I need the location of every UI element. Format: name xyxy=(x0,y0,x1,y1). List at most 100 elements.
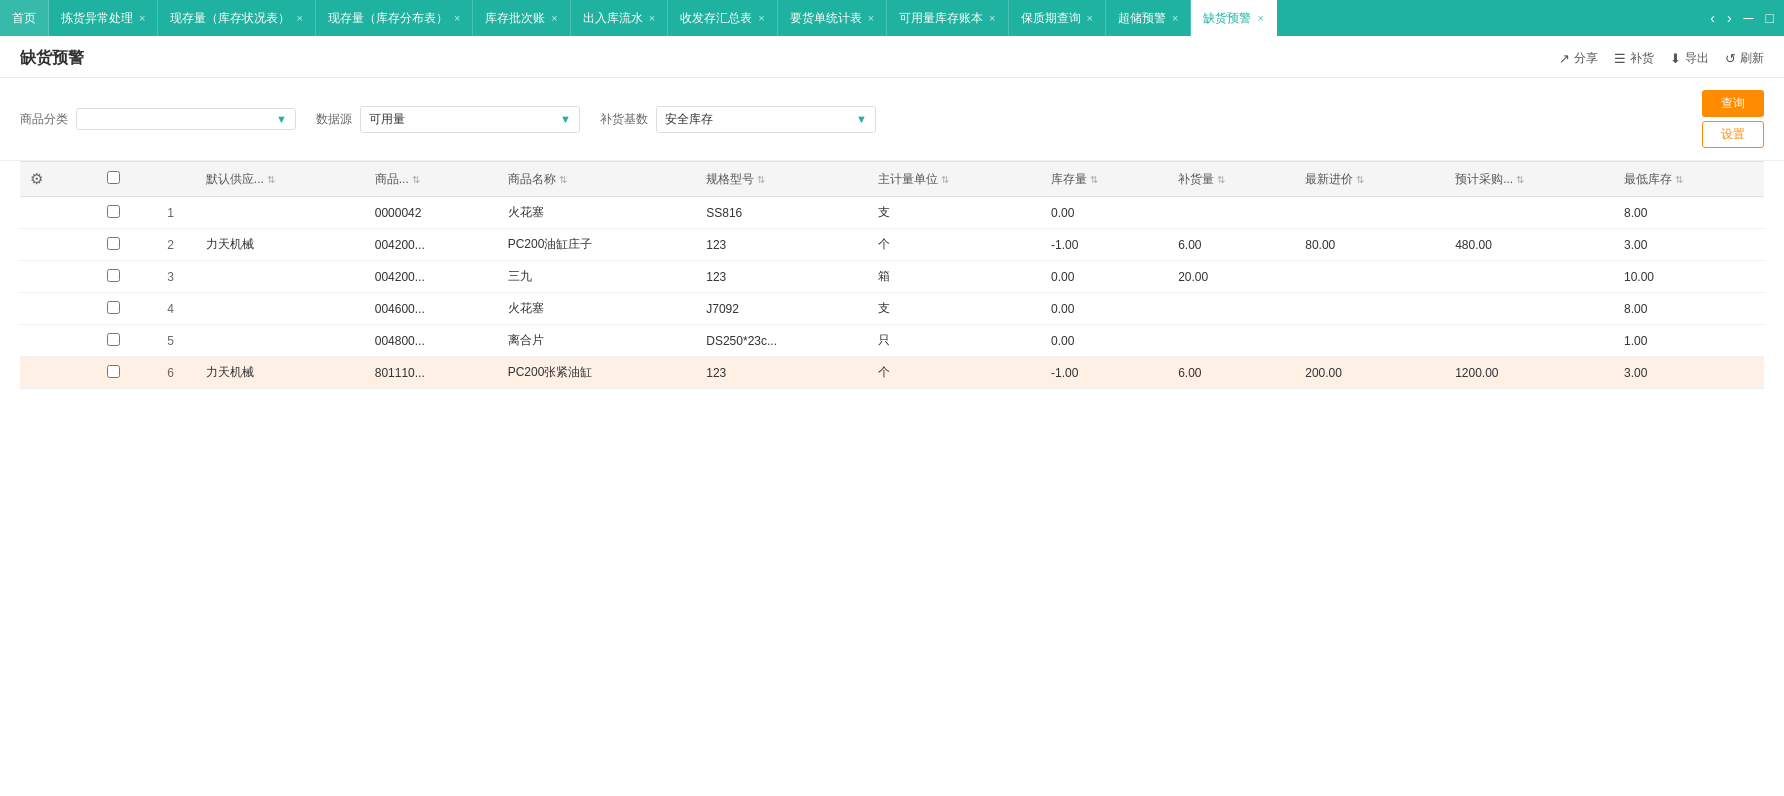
category-arrow-icon: ▼ xyxy=(276,113,287,125)
min-stock-sort[interactable]: 最低库存 ⇅ xyxy=(1624,171,1683,188)
replenish-base-value: 安全库存 xyxy=(665,111,713,128)
refresh-button[interactable]: ↺ 刷新 xyxy=(1725,50,1764,67)
page-content: 缺货预警 ↗ 分享 ☰ 补货 ⬇ 导出 ↺ 刷新 商品分类 xyxy=(0,36,1784,796)
estimated-purchase-sort-icon: ⇅ xyxy=(1516,174,1524,185)
category-filter: 商品分类 ▼ xyxy=(20,108,296,130)
spec-sort[interactable]: 规格型号 ⇅ xyxy=(706,171,765,188)
col-settings[interactable]: ⚙ xyxy=(20,162,83,197)
tab-order-stats[interactable]: 要货单统计表 × xyxy=(778,0,887,36)
row-settings-cell xyxy=(20,261,83,293)
export-button[interactable]: ⬇ 导出 xyxy=(1670,50,1709,67)
table-row: 4 004600... 火花塞 J7092 支 0.00 8.00 xyxy=(20,293,1764,325)
row-min-stock-cell: 8.00 xyxy=(1614,197,1764,229)
replenish-base-select[interactable]: 安全库存 ▼ xyxy=(656,106,876,133)
row-checkbox-cell[interactable] xyxy=(83,325,146,357)
row-checkbox-5[interactable] xyxy=(107,365,120,378)
col-latest-price[interactable]: 最新进价 ⇅ xyxy=(1295,162,1445,197)
replenish-button[interactable]: ☰ 补货 xyxy=(1614,50,1654,67)
table-row: 2 力天机械 004200... PC200油缸庄子 123 个 -1.00 6… xyxy=(20,229,1764,261)
tab-home[interactable]: 首页 xyxy=(0,0,49,36)
row-product-code-cell: 801110... xyxy=(365,357,498,389)
tab-close-11[interactable]: × xyxy=(1257,12,1263,24)
stock-sort[interactable]: 库存量 ⇅ xyxy=(1051,171,1098,188)
row-settings-cell xyxy=(20,229,83,261)
col-checkbox-header[interactable] xyxy=(83,162,146,197)
tab-close-7[interactable]: × xyxy=(868,12,874,24)
row-replenish-cell xyxy=(1168,293,1295,325)
col-estimated-purchase[interactable]: 预计采购... ⇅ xyxy=(1445,162,1614,197)
tab-stock-status[interactable]: 现存量（库存状况表） × xyxy=(158,0,315,36)
latest-price-sort[interactable]: 最新进价 ⇅ xyxy=(1305,171,1364,188)
row-checkbox-1[interactable] xyxy=(107,237,120,250)
tab-bar: 首页 拣货异常处理 × 现存量（库存状况表） × 现存量（库存分布表） × 库存… xyxy=(0,0,1784,36)
column-settings-button[interactable]: ⚙ xyxy=(30,170,43,188)
col-supplier[interactable]: 默认供应... ⇅ xyxy=(196,162,365,197)
row-estimated-purchase-cell xyxy=(1445,261,1614,293)
row-checkbox-cell[interactable] xyxy=(83,261,146,293)
replenish-sort[interactable]: 补货量 ⇅ xyxy=(1178,171,1225,188)
table-header-row: ⚙ 默认供应... ⇅ 商品... xyxy=(20,162,1764,197)
tab-inout-flow[interactable]: 出入库流水 × xyxy=(571,0,668,36)
filter-bar: 商品分类 ▼ 数据源 可用量 ▼ 补货基数 安全库存 ▼ 查询 设置 xyxy=(0,78,1784,161)
row-unit-cell: 支 xyxy=(868,197,1041,229)
category-select[interactable]: ▼ xyxy=(76,108,296,130)
row-checkbox-cell[interactable] xyxy=(83,293,146,325)
tab-close-2[interactable]: × xyxy=(296,12,302,24)
col-stock[interactable]: 库存量 ⇅ xyxy=(1041,162,1168,197)
estimated-purchase-sort[interactable]: 预计采购... ⇅ xyxy=(1455,171,1524,188)
tab-minimize-button[interactable]: ─ xyxy=(1738,8,1760,28)
tab-stock-dist[interactable]: 现存量（库存分布表） × xyxy=(316,0,473,36)
row-stock-cell: -1.00 xyxy=(1041,229,1168,261)
tab-next-button[interactable]: › xyxy=(1721,8,1738,28)
supplier-sort-icon: ⇅ xyxy=(267,174,275,185)
tab-overstock-warning[interactable]: 超储预警 × xyxy=(1106,0,1191,36)
col-product-name[interactable]: 商品名称 ⇅ xyxy=(498,162,697,197)
table-container: ⚙ 默认供应... ⇅ 商品... xyxy=(0,161,1784,409)
product-code-sort[interactable]: 商品... ⇅ xyxy=(375,171,420,188)
select-all-checkbox[interactable] xyxy=(107,171,120,184)
row-checkbox-0[interactable] xyxy=(107,205,120,218)
tab-pick-exception[interactable]: 拣货异常处理 × xyxy=(49,0,158,36)
col-replenish[interactable]: 补货量 ⇅ xyxy=(1168,162,1295,197)
row-checkbox-cell[interactable] xyxy=(83,197,146,229)
tab-close-9[interactable]: × xyxy=(1087,12,1093,24)
table-row: 5 004800... 离合片 DS250*23c... 只 0.00 1.00 xyxy=(20,325,1764,357)
row-min-stock-cell: 3.00 xyxy=(1614,357,1764,389)
col-product-code[interactable]: 商品... ⇅ xyxy=(365,162,498,197)
unit-sort[interactable]: 主计量单位 ⇅ xyxy=(878,171,949,188)
tab-close-3[interactable]: × xyxy=(454,12,460,24)
datasource-select[interactable]: 可用量 ▼ xyxy=(360,106,580,133)
tab-receipt-summary[interactable]: 收发存汇总表 × xyxy=(668,0,777,36)
row-checkbox-2[interactable] xyxy=(107,269,120,282)
row-spec-cell: 123 xyxy=(696,357,868,389)
query-button[interactable]: 查询 xyxy=(1702,90,1764,117)
tab-close-8[interactable]: × xyxy=(989,12,995,24)
tab-expiry-query[interactable]: 保质期查询 × xyxy=(1009,0,1106,36)
row-checkbox-4[interactable] xyxy=(107,333,120,346)
tab-close-5[interactable]: × xyxy=(649,12,655,24)
col-unit[interactable]: 主计量单位 ⇅ xyxy=(868,162,1041,197)
row-checkbox-3[interactable] xyxy=(107,301,120,314)
row-latest-price-cell xyxy=(1295,325,1445,357)
tab-close-6[interactable]: × xyxy=(758,12,764,24)
row-product-code-cell: 0000042 xyxy=(365,197,498,229)
col-spec[interactable]: 规格型号 ⇅ xyxy=(696,162,868,197)
tab-close-4[interactable]: × xyxy=(551,12,557,24)
tab-batch-account[interactable]: 库存批次账 × xyxy=(473,0,570,36)
row-product-name-cell: 离合片 xyxy=(498,325,697,357)
product-name-sort[interactable]: 商品名称 ⇅ xyxy=(508,171,567,188)
settings-button[interactable]: 设置 xyxy=(1702,121,1764,148)
row-checkbox-cell[interactable] xyxy=(83,229,146,261)
row-spec-cell: DS250*23c... xyxy=(696,325,868,357)
row-checkbox-cell[interactable] xyxy=(83,357,146,389)
tab-close-1[interactable]: × xyxy=(139,12,145,24)
tab-available-ledger[interactable]: 可用量库存账本 × xyxy=(887,0,1008,36)
tab-maximize-button[interactable]: □ xyxy=(1760,8,1780,28)
row-unit-cell: 只 xyxy=(868,325,1041,357)
supplier-sort[interactable]: 默认供应... ⇅ xyxy=(206,171,275,188)
tab-close-10[interactable]: × xyxy=(1172,12,1178,24)
tab-shortage-warning[interactable]: 缺货预警 × xyxy=(1191,0,1276,36)
col-min-stock[interactable]: 最低库存 ⇅ xyxy=(1614,162,1764,197)
tab-prev-button[interactable]: ‹ xyxy=(1704,8,1721,28)
share-button[interactable]: ↗ 分享 xyxy=(1559,50,1598,67)
